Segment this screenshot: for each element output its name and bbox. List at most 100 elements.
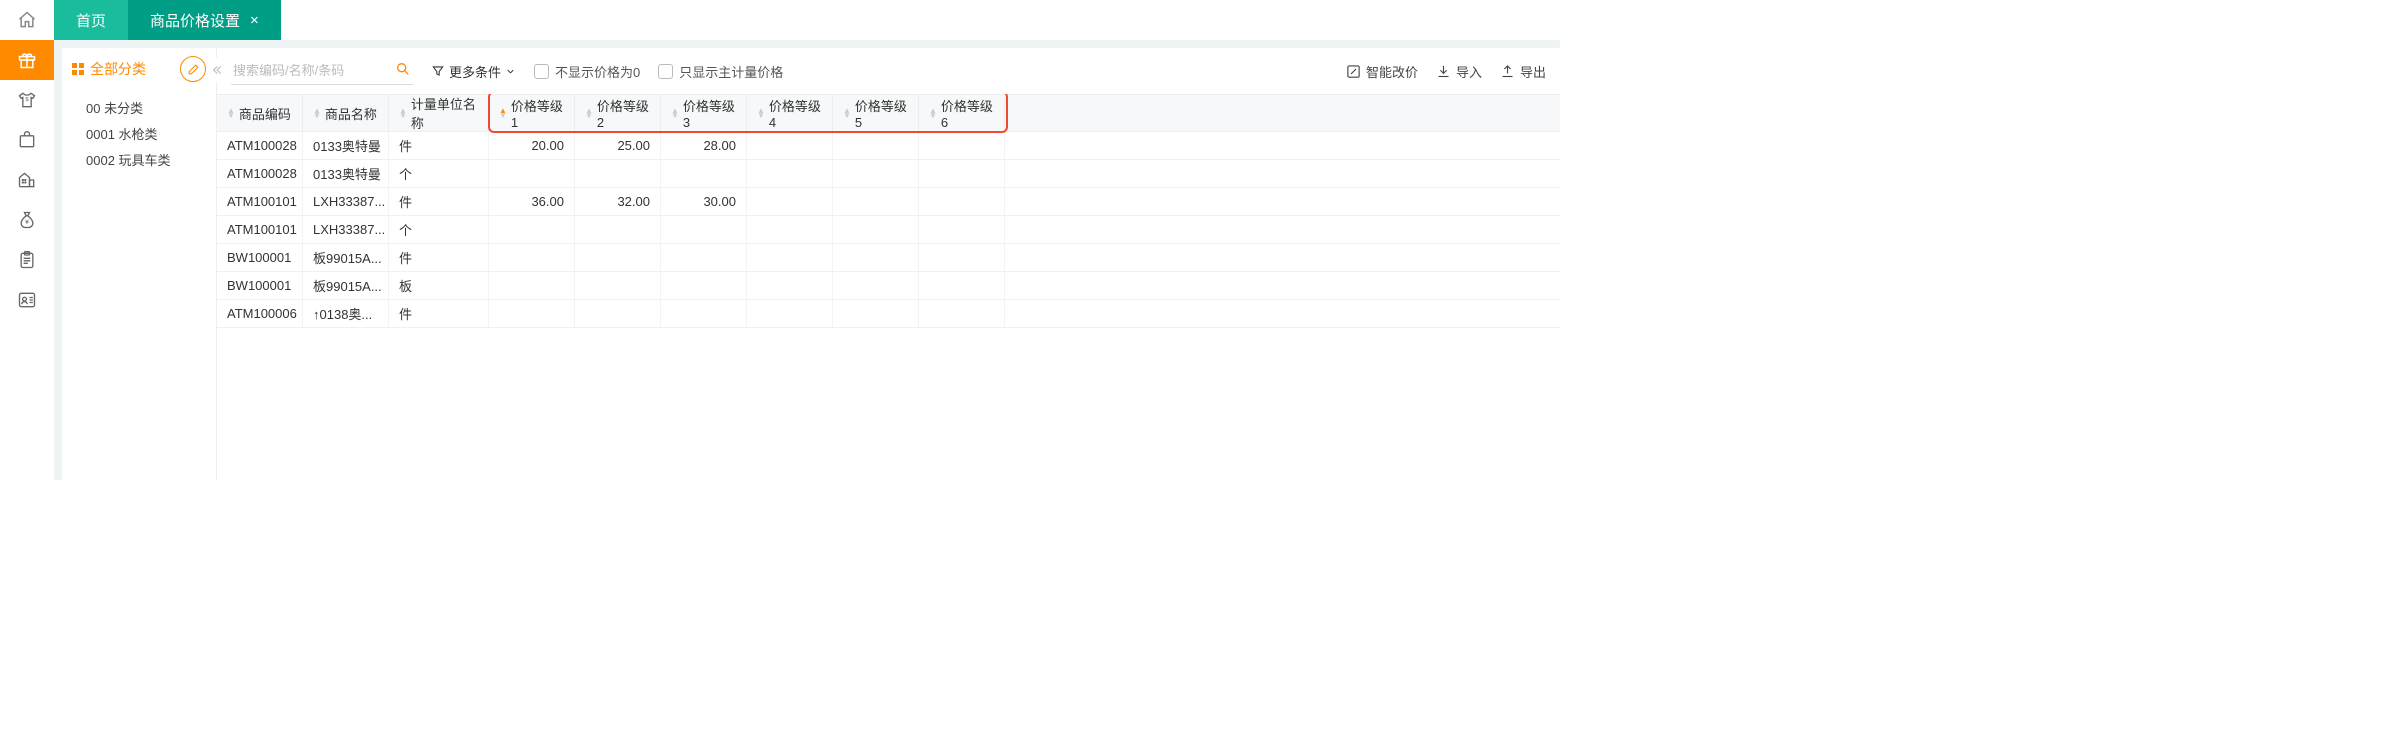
col-product-name[interactable]: ▲▼商品名称 [303,95,389,131]
price-cell[interactable] [575,216,661,243]
price-cell[interactable] [747,216,833,243]
price-cell[interactable] [919,272,1005,299]
price-cell[interactable] [747,300,833,327]
col-price-level-5[interactable]: ▲▼价格等级5 [833,95,919,131]
category-title: 全部分类 [90,59,174,79]
price-cell[interactable] [833,188,919,215]
price-cell[interactable] [833,244,919,271]
price-cell[interactable] [919,300,1005,327]
price-cell[interactable] [747,272,833,299]
table-row[interactable]: ATM1000280133奥特曼件20.0025.0028.00 [217,132,1560,160]
col-price-level-1[interactable]: ▲▼价格等级1 [489,95,575,131]
category-header: 全部分类 [62,48,216,90]
close-icon[interactable]: × [250,12,259,29]
price-cell[interactable] [747,244,833,271]
collapse-sidebar-button[interactable] [206,58,226,82]
price-cell[interactable] [919,216,1005,243]
cell-code: ATM100028 [217,132,303,159]
cell-name: 0133奥特曼 [303,132,389,159]
table-row[interactable]: ATM100101LXH33387...件36.0032.0030.00 [217,188,1560,216]
import-icon [1436,64,1451,79]
col-unit-name[interactable]: ▲▼计量单位名称 [389,95,489,131]
edit-category-button[interactable] [180,56,206,82]
col-price-level-6[interactable]: ▲▼价格等级6 [919,95,1005,131]
more-conditions-button[interactable]: 更多条件 [431,62,516,81]
category-item[interactable]: 0001 水枪类 [62,120,216,146]
price-cell[interactable] [919,188,1005,215]
rail-item-money-bag[interactable]: ¥ [0,200,54,240]
col-price-level-3[interactable]: ▲▼价格等级3 [661,95,747,131]
category-item[interactable]: 0002 玩具车类 [62,146,216,172]
price-cell[interactable] [661,244,747,271]
price-cell[interactable] [833,216,919,243]
rail-item-shirt[interactable]: $ [0,80,54,120]
price-cell[interactable]: 28.00 [661,132,747,159]
col-label: 价格等级6 [941,96,994,130]
price-grid: ▲▼商品编码 ▲▼商品名称 ▲▼计量单位名称 ▲▼价格等级1 ▲▼价格等级2 ▲… [217,94,1560,480]
price-cell[interactable] [833,160,919,187]
filter-icon [431,64,445,78]
price-cell[interactable]: 30.00 [661,188,747,215]
price-cell[interactable] [489,272,575,299]
price-cell[interactable] [833,272,919,299]
rail-item-contact[interactable] [0,280,54,320]
price-cell[interactable] [747,160,833,187]
table-row[interactable]: ATM100101LXH33387...个 [217,216,1560,244]
price-cell[interactable]: 25.00 [575,132,661,159]
smart-reprice-button[interactable]: 智能改价 [1346,62,1418,81]
price-cell[interactable] [575,160,661,187]
price-cell[interactable] [489,244,575,271]
col-price-level-2[interactable]: ▲▼价格等级2 [575,95,661,131]
grid-icon [72,63,84,75]
home-icon-button[interactable] [0,0,54,40]
col-label: 价格等级2 [597,96,650,130]
price-cell[interactable] [919,160,1005,187]
price-cell[interactable] [575,244,661,271]
price-cell[interactable] [575,300,661,327]
price-cell[interactable] [489,160,575,187]
price-cell[interactable]: 32.00 [575,188,661,215]
table-row[interactable]: BW100001板99015A...件 [217,244,1560,272]
col-product-code[interactable]: ▲▼商品编码 [217,95,303,131]
table-row[interactable]: ATM1000280133奥特曼个 [217,160,1560,188]
hide-zero-price-checkbox[interactable]: 不显示价格为0 [534,62,640,81]
price-cell[interactable] [489,216,575,243]
export-button[interactable]: 导出 [1500,62,1546,81]
price-cell[interactable] [747,132,833,159]
category-item[interactable]: 00 未分类 [62,94,216,120]
tab-product-price-settings[interactable]: 商品价格设置 × [128,0,281,40]
sort-icon: ▲▼ [399,108,407,118]
tab-home[interactable]: 首页 [54,0,128,40]
rail-item-gift[interactable] [0,40,54,80]
price-cell[interactable] [747,188,833,215]
price-cell[interactable]: 20.00 [489,132,575,159]
price-cell[interactable] [919,132,1005,159]
price-cell[interactable] [919,244,1005,271]
price-cell[interactable] [833,132,919,159]
price-cell[interactable] [489,300,575,327]
search-wrap [231,57,413,85]
sort-icon: ▲▼ [499,108,507,118]
price-cell[interactable] [833,300,919,327]
table-row[interactable]: BW100001板99015A...板 [217,272,1560,300]
price-cell[interactable] [661,216,747,243]
table-row[interactable]: ATM100006↑0138奥...件 [217,300,1560,328]
price-cell[interactable] [661,160,747,187]
price-cell[interactable] [661,272,747,299]
search-input[interactable] [231,57,413,85]
cell-code: ATM100006 [217,300,303,327]
rail-item-building[interactable] [0,160,54,200]
import-button[interactable]: 导入 [1436,62,1482,81]
only-main-unit-checkbox[interactable]: 只显示主计量价格 [658,62,783,81]
price-cell[interactable] [661,300,747,327]
search-icon[interactable] [395,61,411,77]
rail-item-clipboard[interactable] [0,240,54,280]
price-cell[interactable] [575,272,661,299]
grid-body: ATM1000280133奥特曼件20.0025.0028.00ATM10002… [217,132,1560,328]
col-price-level-4[interactable]: ▲▼价格等级4 [747,95,833,131]
content-right: 更多条件 不显示价格为0 只显示主计量价格 智能改价 [217,48,1560,480]
cell-unit: 件 [389,300,489,327]
price-cell[interactable]: 36.00 [489,188,575,215]
rail-item-bag[interactable] [0,120,54,160]
col-label: 商品名称 [325,104,377,123]
